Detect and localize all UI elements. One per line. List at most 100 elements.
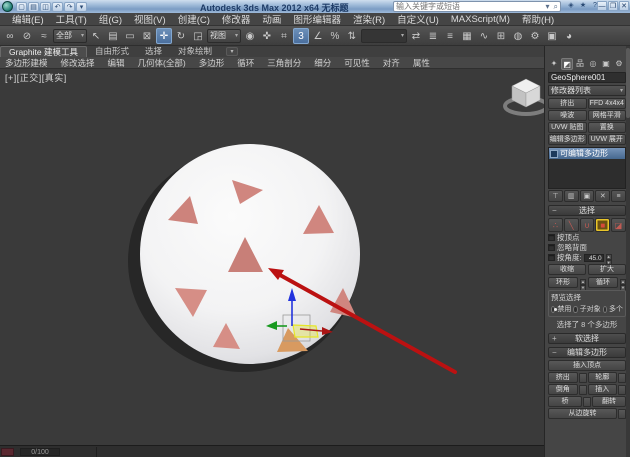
gizmo-xy-plane[interactable] [293, 325, 318, 337]
edge-subobject-icon[interactable]: ╲ [564, 218, 579, 232]
show-end-result-icon[interactable]: ▥ [564, 190, 579, 202]
save-file-icon[interactable]: ◫ [40, 2, 51, 12]
select-and-link-icon[interactable]: ∞ [2, 28, 18, 44]
mirror-icon[interactable]: ⇄ [408, 28, 424, 44]
modifier-button-unwrap-uvw[interactable]: UVW 展开 [588, 134, 627, 145]
keyboard-override-icon[interactable]: ⌗ [276, 28, 292, 44]
menu-create[interactable]: 创建(C) [172, 12, 216, 26]
inset-settings-icon[interactable] [618, 385, 626, 395]
pin-stack-icon[interactable]: ⊤ [548, 190, 563, 202]
redo-icon[interactable]: ↷ [64, 2, 75, 12]
create-tab-icon[interactable]: ✦ [548, 58, 560, 70]
by-vertex-checkbox[interactable] [548, 234, 555, 241]
modifier-button-noise[interactable]: 噪波 [548, 110, 587, 121]
tab-object-paint[interactable]: 对象绘制 [170, 46, 220, 57]
panel-edit[interactable]: 编辑 [108, 57, 125, 69]
menu-rendering[interactable]: 渲染(R) [347, 12, 391, 26]
select-and-move-icon[interactable]: ✛ [156, 28, 172, 44]
hinge-from-edge-button[interactable]: 从边旋转 [548, 408, 617, 419]
outline-settings-icon[interactable] [618, 373, 626, 383]
use-pivot-center-icon[interactable]: ◉ [242, 28, 258, 44]
vertex-subobject-icon[interactable]: ∴ [548, 218, 563, 232]
menu-maxscript[interactable]: MAXScript(M) [445, 14, 516, 25]
bridge-button[interactable]: 桥 [548, 396, 582, 407]
panel-polygon-modeling[interactable]: 多边形建模 [5, 57, 48, 69]
shrink-button[interactable]: 收缩 [548, 264, 586, 275]
panel-visibility[interactable]: 可见性 [344, 57, 370, 69]
close-button[interactable]: ✕ [619, 1, 629, 11]
polygon-subobject-icon[interactable]: ■ [595, 218, 610, 232]
soft-selection-rollout-header[interactable]: + 软选择 [548, 333, 626, 344]
preview-subobj-radio[interactable] [573, 306, 577, 313]
inset-button[interactable]: 插入 [588, 384, 618, 395]
snap-toggle-icon[interactable]: 3 [293, 28, 309, 44]
select-and-rotate-icon[interactable]: ↻ [173, 28, 189, 44]
make-unique-icon[interactable]: ▣ [580, 190, 595, 202]
extrude-settings-icon[interactable] [579, 373, 587, 383]
bevel-button[interactable]: 倒角 [548, 384, 578, 395]
panel-modify-selection[interactable]: 修改选择 [61, 57, 95, 69]
curve-editor-icon[interactable]: ∿ [476, 28, 492, 44]
motion-tab-icon[interactable]: ◎ [587, 58, 599, 70]
ring-spinner[interactable]: ▲▼ [580, 279, 586, 287]
ignore-backfacing-checkbox[interactable] [548, 244, 555, 251]
hierarchy-tab-icon[interactable]: 品 [574, 58, 586, 70]
frame-indicator-field[interactable]: 0/100 [20, 448, 60, 456]
menu-help[interactable]: 帮助(H) [516, 12, 560, 26]
select-object-icon[interactable]: ↖ [88, 28, 104, 44]
search-icon[interactable]: ⌕ [552, 2, 560, 12]
panel-loops[interactable]: 循环 [237, 57, 254, 69]
named-selection-sets-dropdown[interactable]: ▾ [361, 29, 407, 43]
preview-disable-radio[interactable] [551, 306, 555, 313]
new-scene-icon[interactable]: ▢ [16, 2, 27, 12]
menu-graph-editors[interactable]: 图形编辑器 [287, 12, 347, 26]
bevel-settings-icon[interactable] [579, 385, 587, 395]
search-dropdown-icon[interactable]: ▾ [544, 2, 552, 11]
remove-modifier-icon[interactable]: ✕ [595, 190, 610, 202]
panel-subdivision[interactable]: 细分 [314, 57, 331, 69]
undo-icon[interactable]: ↶ [52, 2, 63, 12]
edit-polygons-rollout-header[interactable]: − 编辑多边形 [548, 347, 626, 358]
menu-tools[interactable]: 工具(T) [50, 12, 93, 26]
angle-spinner[interactable]: ▲▼ [606, 254, 612, 262]
outline-button[interactable]: 轮廓 [588, 372, 618, 383]
reference-coordinate-dropdown[interactable]: 视图▾ [207, 29, 241, 43]
by-angle-checkbox[interactable] [548, 254, 555, 261]
utilities-tab-icon[interactable]: ⚙ [613, 58, 625, 70]
select-and-manipulate-icon[interactable]: ✜ [259, 28, 275, 44]
material-editor-icon[interactable]: ◍ [510, 28, 526, 44]
menu-animation[interactable]: 动画 [256, 12, 287, 26]
maximize-button[interactable]: ❐ [608, 1, 618, 11]
tab-freeform[interactable]: 自由形式 [87, 46, 137, 57]
search-input[interactable] [394, 2, 544, 11]
open-file-icon[interactable]: ▤ [28, 2, 39, 12]
tab-graphite-modeling[interactable]: Graphite 建模工具 [0, 46, 87, 57]
align-icon[interactable]: ≣ [425, 28, 441, 44]
selection-rollout-header[interactable]: − 选择 [548, 205, 626, 216]
modifier-stack[interactable]: 可编辑多边形 [548, 147, 626, 189]
modifier-button-ffd[interactable]: FFD 4x4x4 [588, 98, 627, 109]
panel-polygons[interactable]: 多边形 [199, 57, 225, 69]
sign-in-icon[interactable]: ◈ [566, 1, 576, 11]
perspective-viewport[interactable]: [+][正交][真实] [0, 69, 544, 445]
maxscript-mini-listener[interactable] [1, 448, 14, 456]
rectangular-selection-region-icon[interactable]: ▭ [122, 28, 138, 44]
unlink-selection-icon[interactable]: ⊘ [19, 28, 35, 44]
render-setup-icon[interactable]: ⚙ [527, 28, 543, 44]
app-menu-button[interactable] [2, 1, 13, 12]
flip-button[interactable]: 翻转 [592, 396, 626, 407]
angle-snap-icon[interactable]: ∠ [310, 28, 326, 44]
modifier-button-extrude[interactable]: 挤出 [548, 98, 587, 109]
select-by-name-icon[interactable]: ▤ [105, 28, 121, 44]
ring-button[interactable]: 环形 [548, 277, 578, 288]
modifier-list-dropdown[interactable]: 修改器列表▾ [548, 85, 626, 96]
modifier-button-uvw-map[interactable]: UVW 贴图 [548, 122, 587, 133]
selection-filter-dropdown[interactable]: 全部▾ [53, 29, 87, 43]
panel-align[interactable]: 对齐 [383, 57, 400, 69]
modifier-button-edit-poly[interactable]: 编辑多边形 [548, 134, 587, 145]
preview-multi-radio[interactable] [603, 306, 607, 313]
insert-vertex-button[interactable]: 插入顶点 [548, 360, 626, 371]
panel-scrollbar[interactable] [626, 46, 630, 457]
graphite-toggle-icon[interactable]: ▦ [459, 28, 475, 44]
grow-button[interactable]: 扩大 [588, 264, 626, 275]
